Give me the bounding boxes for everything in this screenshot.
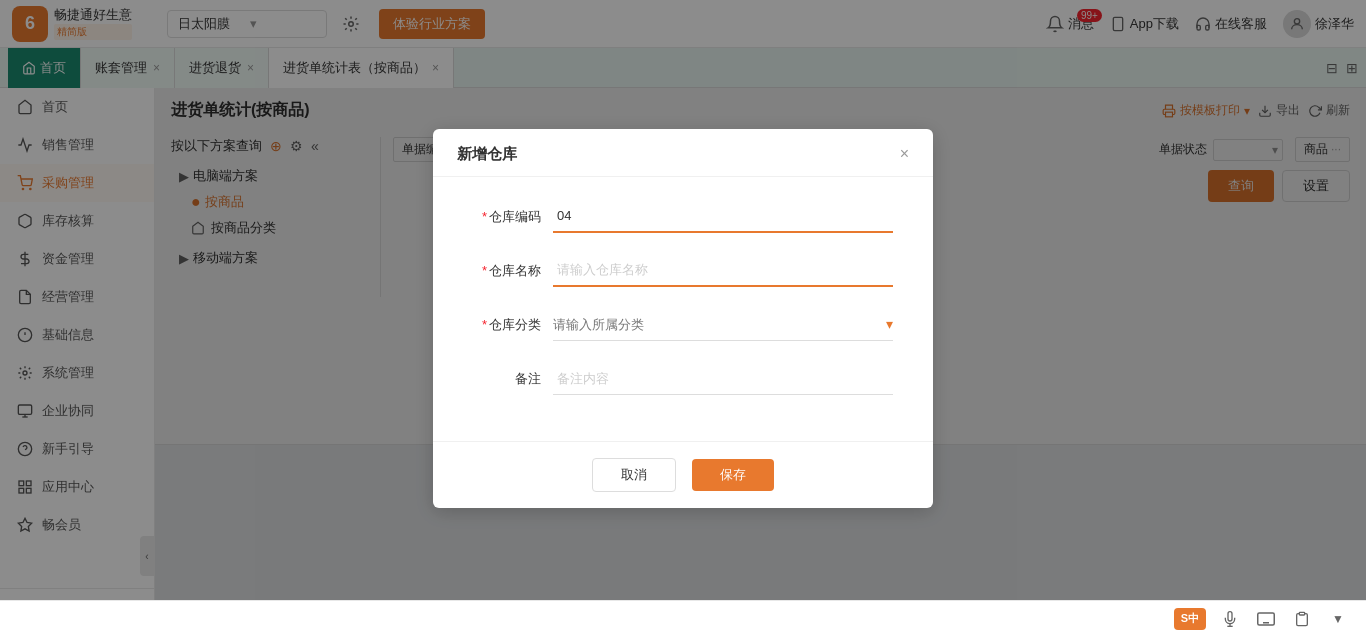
keyboard-icon[interactable]	[1254, 607, 1278, 631]
dialog-body: 仓库编码 仓库名称 仓库分类 ▾ 备注	[433, 177, 933, 441]
bottom-bar: S中 ▼	[0, 600, 1366, 636]
microphone-icon[interactable]	[1218, 607, 1242, 631]
form-row-code: 仓库编码	[473, 201, 893, 233]
form-row-note: 备注	[473, 363, 893, 395]
clipboard-icon[interactable]	[1290, 607, 1314, 631]
dialog-footer: 取消 保存	[433, 441, 933, 508]
add-warehouse-dialog: 新增仓库 × 仓库编码 仓库名称 仓库分类 ▾	[433, 129, 933, 508]
dialog-title: 新增仓库	[457, 145, 517, 164]
code-input[interactable]	[553, 201, 893, 233]
dialog-close-icon[interactable]: ×	[900, 145, 909, 163]
cancel-button[interactable]: 取消	[592, 458, 676, 492]
form-row-category: 仓库分类 ▾	[473, 309, 893, 341]
category-input[interactable]	[553, 317, 886, 332]
name-input[interactable]	[553, 255, 893, 287]
dialog-header: 新增仓库 ×	[433, 129, 933, 177]
note-label: 备注	[473, 370, 541, 388]
modal-overlay[interactable]: 新增仓库 × 仓库编码 仓库名称 仓库分类 ▾	[0, 0, 1366, 636]
save-button[interactable]: 保存	[692, 459, 774, 491]
code-label: 仓库编码	[473, 208, 541, 226]
sougou-icon[interactable]: S中	[1174, 608, 1206, 630]
svg-rect-38	[1299, 612, 1304, 615]
category-dropdown-icon: ▾	[886, 316, 893, 332]
category-label: 仓库分类	[473, 316, 541, 334]
form-row-name: 仓库名称	[473, 255, 893, 287]
name-label: 仓库名称	[473, 262, 541, 280]
note-input[interactable]	[553, 363, 893, 395]
category-select[interactable]: ▾	[553, 309, 893, 341]
dropdown-icon[interactable]: ▼	[1326, 607, 1350, 631]
